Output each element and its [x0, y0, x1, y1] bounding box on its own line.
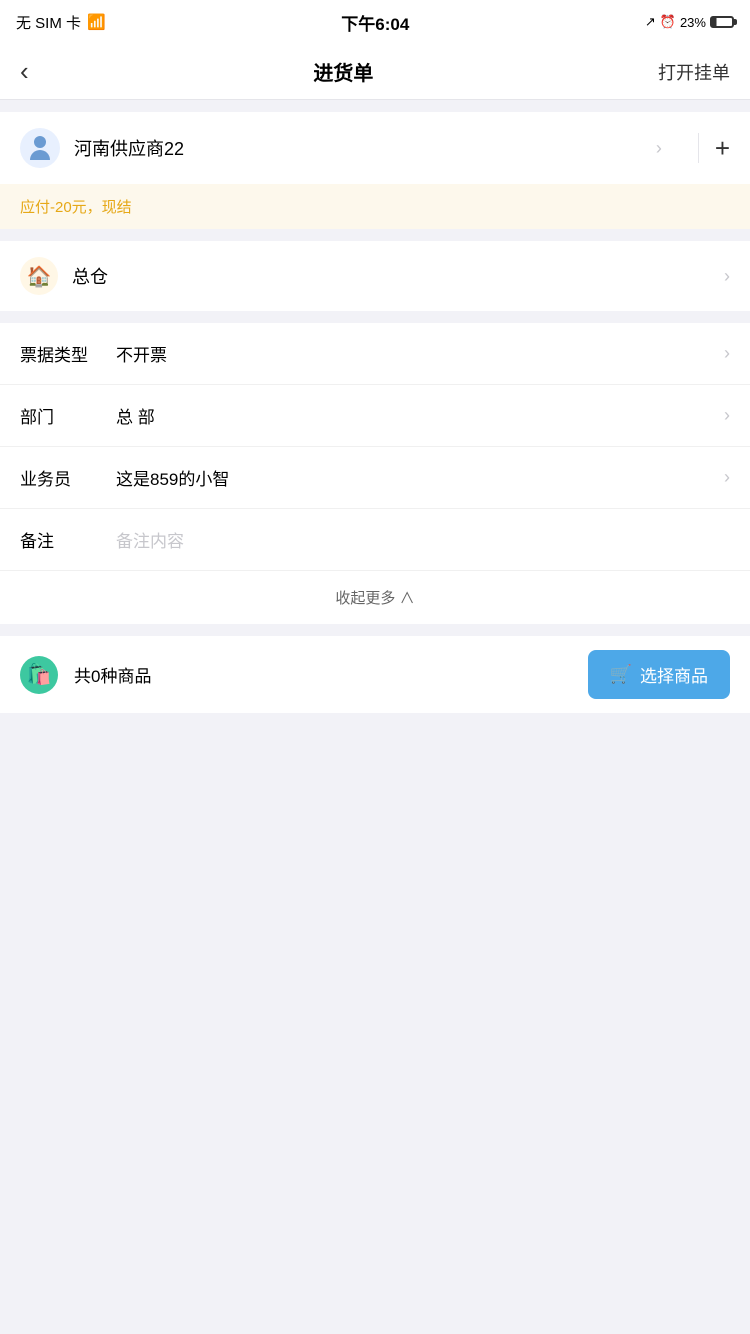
invoice-type-label: 票据类型 — [20, 341, 100, 366]
warehouse-chevron-icon: › — [724, 266, 730, 287]
battery-icon — [710, 16, 734, 28]
status-time: 下午6:04 — [341, 10, 409, 35]
product-count-label: 共0种商品 — [74, 662, 572, 687]
battery-label: 23% — [680, 15, 706, 30]
page-title: 进货单 — [313, 57, 373, 86]
department-row[interactable]: 部门 总 部 › — [0, 384, 750, 446]
nav-bar: ‹ 进货单 打开挂单 — [0, 44, 750, 100]
department-value: 总 部 — [116, 403, 724, 428]
status-bar: 无 SIM 卡 📶 下午6:04 ↗ ⏰ 23% — [0, 0, 750, 44]
collapse-button[interactable]: 收起更多 ∧ — [0, 570, 750, 624]
form-section: 票据类型 不开票 › 部门 总 部 › 业务员 这是859的小智 › 备注 备注… — [0, 323, 750, 624]
warehouse-name: 总仓 — [72, 263, 724, 289]
carrier-label: 无 SIM 卡 — [16, 12, 81, 33]
supplier-section: 河南供应商22 › + 应付-20元，现结 — [0, 112, 750, 229]
alert-banner: 应付-20元，现结 — [0, 184, 750, 229]
back-button[interactable]: ‹ — [20, 56, 29, 87]
gap-3 — [0, 311, 750, 323]
select-product-button[interactable]: 🛒 选择商品 — [588, 650, 730, 699]
product-icon-wrap: 🛍️ — [20, 656, 58, 694]
remark-row[interactable]: 备注 备注内容 — [0, 508, 750, 570]
warehouse-icon: 🏠 — [27, 264, 52, 289]
open-pending-button[interactable]: 打开挂单 — [658, 59, 730, 85]
invoice-type-row[interactable]: 票据类型 不开票 › — [0, 323, 750, 384]
supplier-name: 河南供应商22 — [74, 135, 656, 161]
salesperson-row[interactable]: 业务员 这是859的小智 › — [0, 446, 750, 508]
select-product-icon: 🛒 — [610, 664, 632, 685]
gap-1 — [0, 100, 750, 112]
status-right: ↗ ⏰ 23% — [645, 14, 734, 30]
gap-2 — [0, 229, 750, 241]
warehouse-icon-wrap: 🏠 — [20, 257, 58, 295]
avatar — [20, 128, 60, 168]
remark-label: 备注 — [20, 527, 100, 552]
remark-input[interactable]: 备注内容 — [116, 527, 730, 552]
page-body: 河南供应商22 › + 应付-20元，现结 🏠 总仓 › 票据类型 不开票 › … — [0, 100, 750, 1334]
supplier-row[interactable]: 河南供应商22 › + — [0, 112, 750, 184]
select-product-label: 选择商品 — [640, 662, 708, 687]
salesperson-label: 业务员 — [20, 465, 100, 490]
status-left: 无 SIM 卡 📶 — [16, 12, 106, 33]
salesperson-value: 这是859的小智 — [116, 465, 724, 490]
location-icon: ↗ — [645, 14, 656, 30]
supplier-chevron-icon: › — [656, 138, 662, 159]
invoice-type-chevron-icon: › — [724, 343, 730, 364]
add-supplier-button[interactable]: + — [715, 133, 730, 164]
product-section: 🛍️ 共0种商品 🛒 选择商品 — [0, 636, 750, 713]
product-bag-icon: 🛍️ — [27, 662, 52, 687]
divider — [698, 133, 699, 163]
department-chevron-icon: › — [724, 405, 730, 426]
invoice-type-value: 不开票 — [116, 341, 724, 366]
warehouse-row[interactable]: 🏠 总仓 › — [0, 241, 750, 311]
alarm-icon: ⏰ — [660, 14, 676, 30]
warehouse-section: 🏠 总仓 › — [0, 241, 750, 311]
salesperson-chevron-icon: › — [724, 467, 730, 488]
avatar-head — [34, 136, 46, 148]
department-label: 部门 — [20, 403, 100, 428]
wifi-icon: 📶 — [87, 13, 106, 31]
avatar-body — [30, 150, 50, 160]
avatar-person-icon — [28, 136, 52, 160]
